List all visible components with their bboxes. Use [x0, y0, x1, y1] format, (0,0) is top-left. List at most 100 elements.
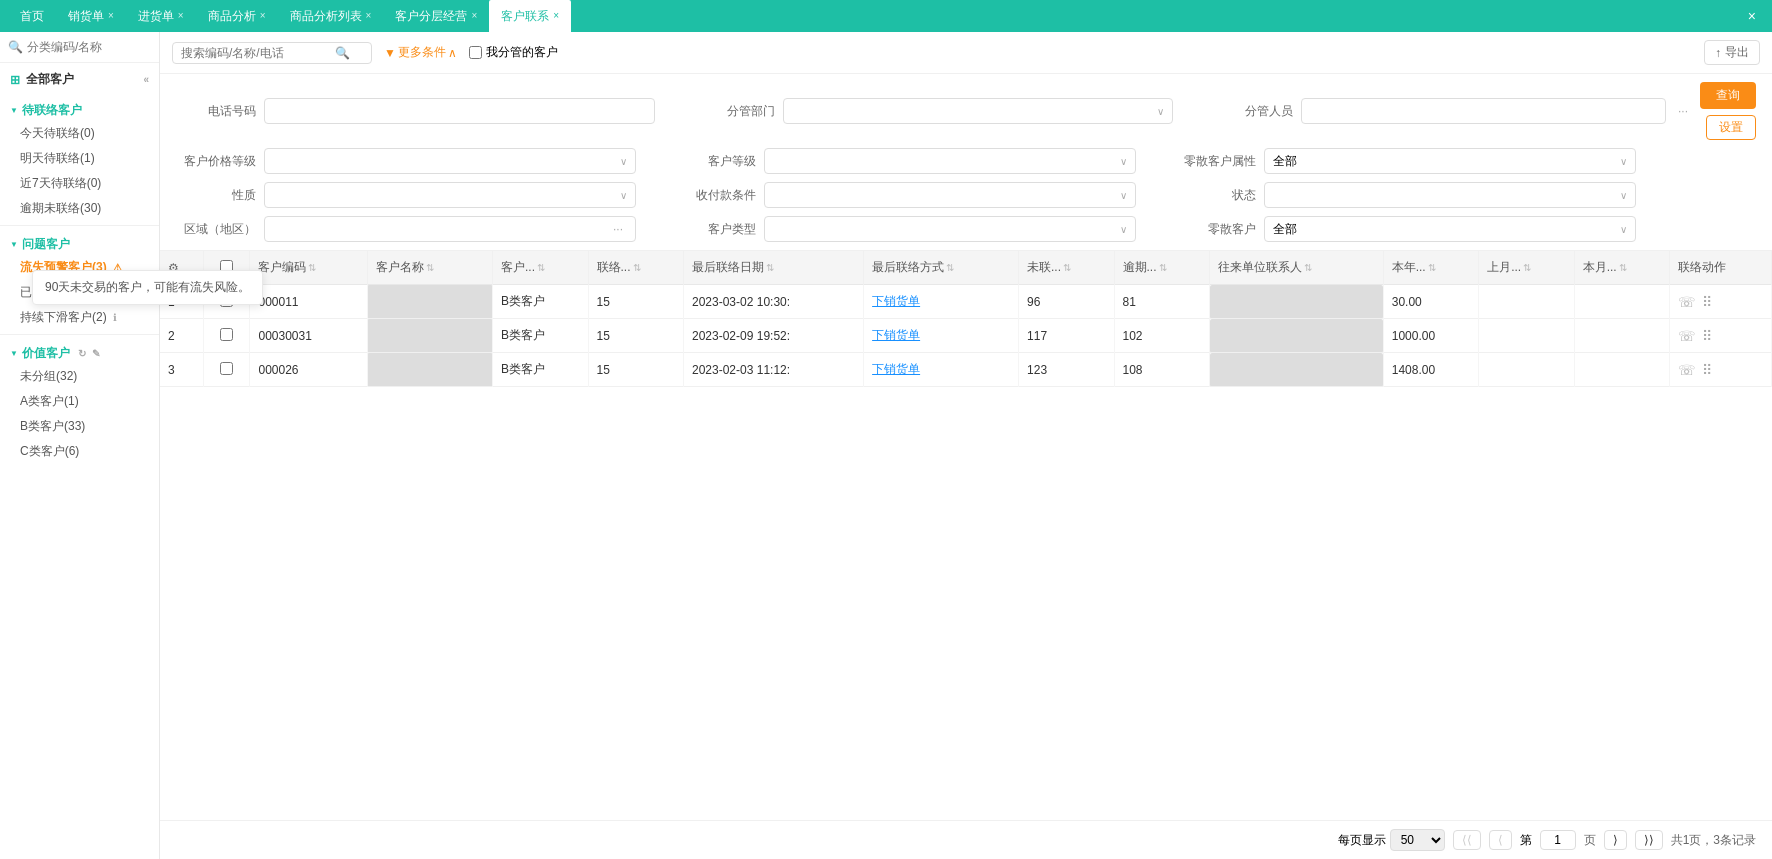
adv-field-retail-prop: 零散客户属性 全部 ∨ [1176, 148, 1636, 174]
type-sort-icon[interactable]: ⇅ [537, 262, 545, 273]
th-type: 客户... ⇅ [493, 251, 588, 285]
export-button[interactable]: ↑ 导出 [1704, 40, 1760, 65]
code-sort-icon[interactable]: ⇅ [308, 262, 316, 273]
uncontacted-sort-icon[interactable]: ⇅ [1063, 262, 1071, 273]
nav-customer-tier[interactable]: 客户分层经营 × [383, 0, 489, 32]
th-name: 客户名称 ⇅ [367, 251, 492, 285]
sidebar-item-class-c[interactable]: C类客户(6) [0, 439, 159, 464]
sidebar-search-input[interactable] [27, 40, 160, 54]
customer-type-select[interactable]: ∨ [764, 216, 1136, 242]
contact-sort-icon[interactable]: ⇅ [633, 262, 641, 273]
price-tier-label: 客户价格等级 [176, 153, 256, 170]
row-method-link[interactable]: 下销货单 [872, 362, 920, 376]
close-customer-contact-icon[interactable]: × [553, 0, 559, 32]
sidebar-item-today[interactable]: 今天待联络(0) [0, 121, 159, 146]
nav-home[interactable]: 首页 [8, 0, 56, 32]
retail-prop-select[interactable]: 全部 ∨ [1264, 148, 1636, 174]
row-more-icon[interactable]: ⠿ [1702, 362, 1712, 378]
refresh-icon[interactable]: ↻ [78, 348, 86, 359]
sidebar-item-overdue[interactable]: 逾期未联络(30) [0, 196, 159, 221]
row-more-icon[interactable]: ⠿ [1702, 294, 1712, 310]
nav-product-analysis[interactable]: 商品分析 × [196, 0, 278, 32]
per-page-select[interactable]: 50 20 100 [1390, 829, 1445, 851]
content-area: 🔍 ▼ 更多条件 ∧ 我分管的客户 ↑ 导出 电话号码 [160, 32, 1772, 859]
sidebar-group-problem[interactable]: ▼ 问题客户 [0, 230, 159, 255]
last-month-sort-icon[interactable]: ⇅ [1523, 262, 1531, 273]
close-product-list-icon[interactable]: × [366, 0, 372, 32]
last-page-button[interactable]: ⟩⟩ [1635, 830, 1663, 850]
sidebar-all-customers[interactable]: ⊞ 全部客户 « [0, 63, 159, 96]
manager-label: 分管人员 [1213, 103, 1293, 120]
close-purchase-icon[interactable]: × [178, 0, 184, 32]
first-page-button[interactable]: ⟨⟨ [1453, 830, 1481, 850]
nav-purchase[interactable]: 进货单 × [126, 0, 196, 32]
query-button[interactable]: 查询 [1700, 82, 1756, 109]
sidebar-item-class-b[interactable]: B类客户(33) [0, 414, 159, 439]
name-sort-icon[interactable]: ⇅ [426, 262, 434, 273]
nav-product-list[interactable]: 商品分析列表 × [278, 0, 384, 32]
row-checkbox[interactable] [220, 362, 233, 375]
per-page-selector: 每页显示 50 20 100 [1338, 829, 1445, 851]
row-name [367, 319, 492, 353]
this-year-sort-icon[interactable]: ⇅ [1428, 262, 1436, 273]
row-checkbox[interactable] [220, 328, 233, 341]
status-select[interactable]: ∨ [1264, 182, 1636, 208]
row-contact-icon[interactable]: ☏ [1678, 328, 1696, 344]
retail-select[interactable]: 全部 ∨ [1264, 216, 1636, 242]
nav-customer-contact[interactable]: 客户联系 × [489, 0, 571, 32]
close-sales-icon[interactable]: × [108, 0, 114, 32]
prev-page-button[interactable]: ⟨ [1489, 830, 1512, 850]
sidebar-item-declining[interactable]: 持续下滑客户(2) ℹ [0, 305, 159, 330]
settings-button[interactable]: 设置 [1706, 115, 1756, 140]
search-input[interactable] [181, 46, 331, 60]
data-table: ⚙ 客户编码 ⇅ 客户名称 [160, 251, 1772, 387]
search-button-icon[interactable]: 🔍 [335, 46, 350, 60]
sidebar-item-tomorrow[interactable]: 明天待联络(1) [0, 146, 159, 171]
my-customers-checkbox[interactable]: 我分管的客户 [469, 44, 558, 61]
last-method-sort-icon[interactable]: ⇅ [946, 262, 954, 273]
close-product-analysis-icon[interactable]: × [260, 0, 266, 32]
nature-select[interactable]: ∨ [264, 182, 636, 208]
contact-person-sort-icon[interactable]: ⇅ [1304, 262, 1312, 273]
this-month-sort-icon[interactable]: ⇅ [1619, 262, 1627, 273]
more-conditions-button[interactable]: ▼ 更多条件 ∧ [384, 44, 457, 61]
row-method-link[interactable]: 下销货单 [872, 294, 920, 308]
edit-icon[interactable]: ✎ [92, 348, 100, 359]
row-uncontacted: 96 [1019, 285, 1114, 319]
pagination-bar: 每页显示 50 20 100 ⟨⟨ ⟨ 第 页 ⟩ ⟩⟩ 共1页，3条记录 [160, 820, 1772, 859]
last-date-sort-icon[interactable]: ⇅ [766, 262, 774, 273]
row-contact-icon[interactable]: ☏ [1678, 362, 1696, 378]
th-last-method: 最后联络方式 ⇅ [864, 251, 1019, 285]
overdue-sort-icon[interactable]: ⇅ [1159, 262, 1167, 273]
sidebar-item-ungrouped[interactable]: 未分组(32) [0, 364, 159, 389]
page-number-input[interactable] [1540, 830, 1576, 850]
sidebar-group-pending[interactable]: ▼ 待联络客户 [0, 96, 159, 121]
close-customer-tier-icon[interactable]: × [471, 0, 477, 32]
nav-sales[interactable]: 销货单 × [56, 0, 126, 32]
manager-dots[interactable]: ··· [1678, 104, 1688, 118]
row-method-link[interactable]: 下销货单 [872, 328, 920, 342]
row-last-month [1479, 353, 1574, 387]
region-select[interactable]: ··· [264, 216, 636, 242]
sidebar-search-bar: 🔍 [0, 32, 159, 63]
th-this-month: 本月... ⇅ [1574, 251, 1669, 285]
collapse-icon[interactable]: « [143, 74, 149, 85]
triangle-icon: ▼ [10, 106, 18, 115]
adv-field-nature: 性质 ∨ [176, 182, 636, 208]
my-customers-checkbox-input[interactable] [469, 46, 482, 59]
sidebar-item-class-a[interactable]: A类客户(1) [0, 389, 159, 414]
sidebar-group-value[interactable]: ▼ 价值客户 ↻ ✎ [0, 339, 159, 364]
region-dots[interactable]: ··· [613, 222, 623, 236]
dept-select[interactable]: ∨ [783, 98, 1174, 124]
phone-input[interactable] [264, 98, 655, 124]
payment-select[interactable]: ∨ [764, 182, 1136, 208]
price-tier-select[interactable]: ∨ [264, 148, 636, 174]
row-contact-icon[interactable]: ☏ [1678, 294, 1696, 310]
customer-tier-select[interactable]: ∨ [764, 148, 1136, 174]
row-more-icon[interactable]: ⠿ [1702, 328, 1712, 344]
row-last-month [1479, 285, 1574, 319]
close-all-button[interactable]: × [1740, 8, 1764, 24]
manager-select[interactable] [1301, 98, 1666, 124]
sidebar-item-7days[interactable]: 近7天待联络(0) [0, 171, 159, 196]
next-page-button[interactable]: ⟩ [1604, 830, 1627, 850]
